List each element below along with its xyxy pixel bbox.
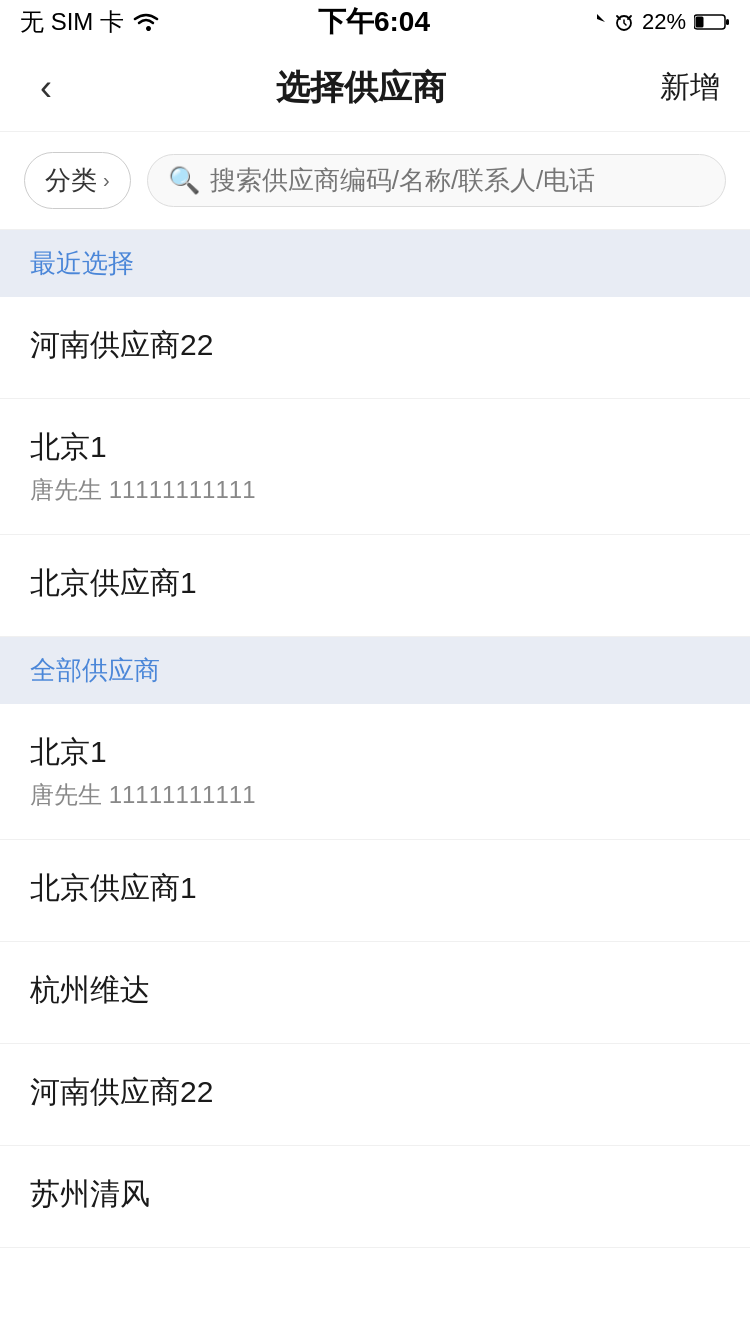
battery-percent: 22%: [642, 9, 686, 35]
status-time: 下午6:04: [318, 3, 430, 41]
recent-section-header: 最近选择: [0, 230, 750, 297]
all-list: 北京1 唐先生 11111111111 北京供应商1 杭州维达河南供应商22 苏州清风: [0, 704, 750, 1248]
add-button[interactable]: 新增: [660, 67, 720, 108]
item-name: 北京供应商1: [30, 868, 720, 909]
search-box: 🔍: [147, 154, 726, 207]
filter-bar: 分类 › 🔍: [0, 132, 750, 230]
list-item[interactable]: 北京1 唐先生 11111111111: [0, 399, 750, 535]
battery-icon: [694, 13, 730, 31]
sim-label: 无 SIM 卡: [20, 6, 124, 38]
search-input[interactable]: [210, 165, 705, 196]
item-sub: 唐先生 11111111111: [30, 474, 720, 506]
svg-rect-3: [726, 19, 729, 25]
location-icon: [588, 13, 606, 31]
item-name: 苏州清风: [30, 1174, 720, 1215]
page-title: 选择供应商: [276, 65, 446, 111]
list-item[interactable]: 苏州清风: [0, 1146, 750, 1248]
status-right: 22%: [588, 9, 730, 35]
list-item[interactable]: 杭州维达: [0, 942, 750, 1044]
list-item[interactable]: 北京1 唐先生 11111111111: [0, 704, 750, 840]
status-left: 无 SIM 卡: [20, 6, 160, 38]
category-label: 分类: [45, 163, 97, 198]
alarm-icon: [614, 12, 634, 32]
item-name: 北京供应商1: [30, 563, 720, 604]
wifi-icon: [132, 12, 160, 32]
list-item[interactable]: 河南供应商22: [0, 297, 750, 399]
item-sub: 唐先生 11111111111: [30, 779, 720, 811]
item-name: 河南供应商22: [30, 1072, 720, 1113]
chevron-right-icon: ›: [103, 169, 110, 192]
all-section-header: 全部供应商: [0, 637, 750, 704]
list-item[interactable]: 北京供应商1: [0, 840, 750, 942]
svg-rect-2: [695, 17, 703, 28]
item-name: 河南供应商22: [30, 325, 720, 366]
search-icon: 🔍: [168, 165, 200, 196]
recent-list: 河南供应商22 北京1 唐先生 11111111111 北京供应商1: [0, 297, 750, 637]
nav-bar: ‹ 选择供应商 新增: [0, 44, 750, 132]
category-button[interactable]: 分类 ›: [24, 152, 131, 209]
back-button[interactable]: ‹: [30, 57, 62, 119]
list-item[interactable]: 河南供应商22: [0, 1044, 750, 1146]
item-name: 杭州维达: [30, 970, 720, 1011]
list-item[interactable]: 北京供应商1: [0, 535, 750, 637]
item-name: 北京1: [30, 732, 720, 773]
status-bar: 无 SIM 卡 下午6:04 22%: [0, 0, 750, 44]
item-name: 北京1: [30, 427, 720, 468]
